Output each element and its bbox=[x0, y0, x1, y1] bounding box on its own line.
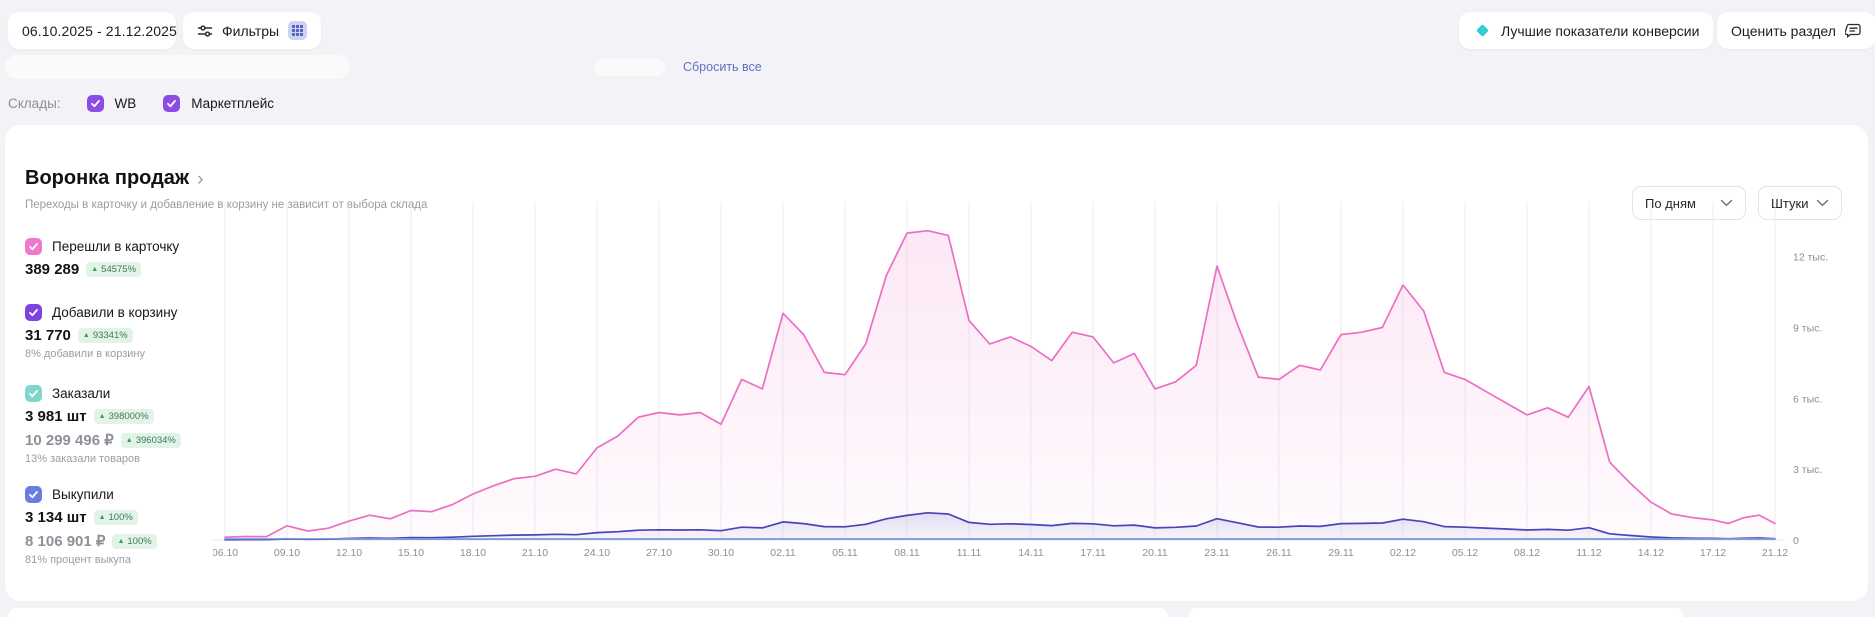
metric-value: 3 134 шт bbox=[25, 508, 87, 526]
svg-text:3 тыс.: 3 тыс. bbox=[1793, 464, 1822, 476]
checkbox-add-to-cart[interactable] bbox=[25, 303, 42, 321]
up-arrow-icon: ▲ bbox=[125, 436, 133, 444]
legend-item-add-to-cart: Добавили в корзину 31 770 ▲ 93341% 8% доб… bbox=[25, 303, 217, 362]
funnel-legend: Перешли в карточку 389 289 ▲ 54575% Добав… bbox=[25, 237, 217, 568]
checkbox-wb[interactable] bbox=[86, 94, 104, 112]
warehouse-wb-label: WB bbox=[114, 95, 137, 111]
checkbox-marketplace[interactable] bbox=[163, 94, 181, 112]
up-arrow-icon: ▲ bbox=[98, 412, 106, 420]
conversion-gem-icon bbox=[1473, 21, 1492, 40]
metric-value: 31 770 bbox=[25, 326, 71, 344]
svg-text:6 тыс.: 6 тыс. bbox=[1793, 393, 1822, 405]
checkbox-card-views[interactable] bbox=[25, 237, 42, 255]
delta-badge: ▲ 396034% bbox=[120, 432, 181, 448]
svg-text:0: 0 bbox=[1793, 535, 1799, 547]
up-arrow-icon: ▲ bbox=[91, 265, 99, 273]
warehouse-option-marketplace[interactable]: Маркетплейс bbox=[163, 94, 274, 112]
delta-badge: ▲ 398000% bbox=[93, 408, 154, 424]
loading-filter-chip bbox=[595, 59, 665, 76]
date-range-picker[interactable]: 06.10.2025 - 21.12.2025 bbox=[8, 12, 203, 49]
svg-text:02.12: 02.12 bbox=[1390, 547, 1416, 559]
svg-text:27.10: 27.10 bbox=[646, 547, 672, 559]
bottom-left-card bbox=[8, 608, 1168, 617]
svg-text:18.10: 18.10 bbox=[460, 547, 486, 559]
funnel-chart-area[interactable]: 06.10 09.10 12.10 15.10 18.10 21.10 24.10 27.10… bbox=[213, 200, 1863, 568]
metric-value: 3 981 шт bbox=[25, 407, 87, 425]
svg-text:09.10: 09.10 bbox=[274, 547, 300, 559]
svg-text:14.11: 14.11 bbox=[1018, 547, 1044, 559]
metric-label: Заказали bbox=[52, 385, 111, 401]
feedback-message-icon bbox=[1844, 22, 1862, 39]
up-arrow-icon: ▲ bbox=[98, 513, 106, 521]
svg-text:21.12: 21.12 bbox=[1762, 547, 1788, 559]
metric-value-rub: 8 106 901 ₽ bbox=[25, 533, 106, 550]
up-arrow-icon: ▲ bbox=[117, 537, 125, 545]
svg-text:17.12: 17.12 bbox=[1700, 547, 1726, 559]
loading-filter-chip bbox=[5, 55, 350, 79]
warehouse-option-wb[interactable]: WB bbox=[86, 94, 137, 112]
svg-text:26.11: 26.11 bbox=[1266, 547, 1292, 559]
warehouse-marketplace-label: Маркетплейс bbox=[191, 95, 274, 111]
delta-badge: ▲ 93341% bbox=[77, 327, 133, 343]
best-conversion-button[interactable]: Лучшие показатели конверсии bbox=[1459, 12, 1714, 49]
metric-value-rub: 10 299 496 ₽ bbox=[25, 432, 114, 449]
metric-note: 13% заказали товаров bbox=[25, 453, 141, 465]
svg-text:29.11: 29.11 bbox=[1328, 547, 1354, 559]
svg-text:12 тыс.: 12 тыс. bbox=[1793, 252, 1828, 264]
funnel-chart-svg: 06.10 09.10 12.10 15.10 18.10 21.10 24.10 27.10… bbox=[213, 202, 1828, 559]
metric-label: Добавили в корзину bbox=[52, 304, 178, 320]
metric-note: 81% процент выкупа bbox=[25, 554, 131, 566]
rate-section-button[interactable]: Оценить раздел bbox=[1717, 12, 1875, 49]
best-conversion-label: Лучшие показатели конверсии bbox=[1501, 22, 1700, 39]
legend-item-card-views: Перешли в карточку 389 289 ▲ 54575% bbox=[25, 237, 217, 279]
filters-count-badge bbox=[288, 21, 308, 40]
metric-value: 389 289 bbox=[25, 260, 80, 278]
metric-note: 8% добавили в корзину bbox=[25, 348, 145, 360]
warehouses-row: Склады: WB Маркетплейс bbox=[8, 91, 301, 115]
svg-text:24.10: 24.10 bbox=[584, 547, 610, 559]
legend-item-bought: Выкупили 3 134 шт ▲ 100% 8 106 901 ₽ ▲ 100… bbox=[25, 485, 217, 568]
analytics-page: 06.10.2025 - 21.12.2025 Фильтры Лучшие п… bbox=[0, 0, 1875, 617]
svg-text:17.11: 17.11 bbox=[1080, 547, 1106, 559]
metric-label: Перешли в карточку bbox=[52, 238, 180, 254]
metric-label: Выкупили bbox=[52, 486, 114, 502]
date-range-value: 06.10.2025 - 21.12.2025 bbox=[22, 22, 177, 39]
svg-text:11.11: 11.11 bbox=[957, 547, 982, 559]
checkbox-bought[interactable] bbox=[25, 485, 42, 503]
svg-text:15.10: 15.10 bbox=[398, 547, 424, 559]
bottom-right-card bbox=[1188, 608, 1684, 617]
svg-text:06.10: 06.10 bbox=[213, 547, 238, 559]
warehouses-label: Склады: bbox=[8, 95, 61, 111]
delta-badge: ▲ 100% bbox=[112, 533, 157, 549]
delta-badge: ▲ 54575% bbox=[86, 261, 142, 277]
rate-section-label: Оценить раздел bbox=[1731, 22, 1836, 39]
svg-text:08.12: 08.12 bbox=[1514, 547, 1540, 559]
sliders-icon bbox=[197, 23, 213, 39]
svg-text:20.11: 20.11 bbox=[1142, 547, 1168, 559]
svg-text:12.10: 12.10 bbox=[336, 547, 362, 559]
svg-text:30.10: 30.10 bbox=[708, 547, 734, 559]
delta-badge: ▲ 100% bbox=[93, 509, 138, 525]
svg-text:9 тыс.: 9 тыс. bbox=[1793, 323, 1822, 335]
svg-text:11.12: 11.12 bbox=[1576, 547, 1602, 559]
svg-text:14.12: 14.12 bbox=[1638, 547, 1664, 559]
up-arrow-icon: ▲ bbox=[82, 331, 90, 339]
legend-item-ordered: Заказали 3 981 шт ▲ 398000% 10 299 496 ₽ … bbox=[25, 384, 217, 467]
svg-text:08.11: 08.11 bbox=[894, 547, 920, 559]
svg-text:23.11: 23.11 bbox=[1204, 547, 1230, 559]
funnel-title: Воронка продаж bbox=[25, 167, 190, 189]
svg-text:02.11: 02.11 bbox=[770, 547, 796, 559]
filters-button[interactable]: Фильтры bbox=[183, 12, 322, 49]
sales-funnel-card: Воронка продаж › Переходы в карточку и д… bbox=[5, 125, 1868, 601]
reset-all-link[interactable]: Сбросить все bbox=[683, 60, 762, 74]
filters-label: Фильтры bbox=[222, 22, 280, 39]
svg-text:05.11: 05.11 bbox=[832, 547, 858, 559]
checkbox-ordered[interactable] bbox=[25, 384, 42, 402]
chevron-right-icon[interactable]: › bbox=[197, 169, 203, 189]
svg-text:05.12: 05.12 bbox=[1452, 547, 1478, 559]
svg-text:21.10: 21.10 bbox=[522, 547, 548, 559]
